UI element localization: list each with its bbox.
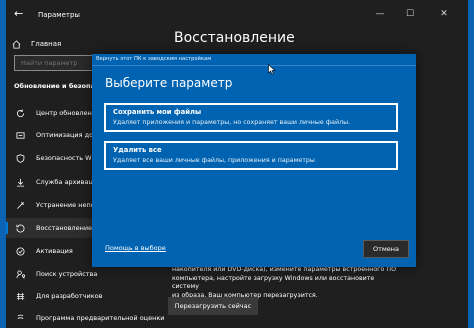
sidebar-item-label: Активация [36,247,73,255]
recovery-icon [16,224,25,233]
description-line: накопителя или DVD-диска), измените пара… [172,266,397,273]
shield-icon [16,153,25,163]
delivery-icon [16,131,25,139]
reset-pc-dialog: Вернуть этот ПК к заводским настройкам В… [92,54,416,267]
option-title: Сохранить мои файлы [113,108,202,116]
keep-my-files-option[interactable]: Сохранить мои файлы Удаляет приложения и… [104,103,398,132]
sidebar-item-label: Поиск устройства [36,270,98,278]
option-description: Удаляет все ваши личные файлы, приложени… [113,157,315,164]
sidebar-home-label: Главная [31,40,62,48]
sidebar-item-for-developers[interactable]: Для разработчиков [6,286,166,306]
advanced-startup-description: накопителя или DVD-диска), измените пара… [172,266,402,300]
window-title: Параметры [38,11,80,19]
minimize-button[interactable]: — [372,6,388,22]
option-description: Удаляет приложения и параметры, но сохра… [113,119,351,126]
insider-icon [17,314,24,319]
maximize-button[interactable]: ☐ [402,6,418,22]
cancel-button[interactable]: Отмена [363,240,409,258]
option-title: Удалить все [113,146,162,154]
back-arrow-icon[interactable]: ← [14,8,23,20]
sidebar-item-label: Программа предварительной оценки Windows [36,314,166,322]
home-icon [12,39,21,49]
backup-icon [16,178,25,187]
sidebar-item-label: Для разработчиков [36,292,103,300]
sidebar-item-find-device[interactable]: Поиск устройства [6,264,166,284]
dialog-heading: Выберите параметр [105,76,233,90]
sidebar-item-insider-program[interactable]: Программа предварительной оценки Windows [6,308,166,328]
page-title: Восстановление [174,30,295,46]
window-titlebar: ← Параметры — ☐ ✕ [6,0,468,30]
sidebar-item-label: Центр обновления [36,109,100,117]
description-line: компьютера, настройте загрузку Windows и… [172,274,375,291]
sidebar-item-label: Восстановление [36,224,93,232]
section-header: Обновление и безопас [14,82,99,90]
dialog-title: Вернуть этот ПК к заводским настройкам [96,56,212,62]
help-me-choose-link[interactable]: Помощь в выборе [105,244,166,252]
restart-now-button[interactable]: Перезагрузить сейчас [168,297,258,315]
refresh-icon [16,108,25,117]
code-icon [16,292,25,300]
dialog-titlebar: Вернуть этот ПК к заводским настройкам [92,54,416,66]
remove-everything-option[interactable]: Удалить все Удаляет все ваши личные файл… [104,141,398,170]
close-button[interactable]: ✕ [436,6,452,22]
sidebar-home[interactable]: Главная [12,37,61,51]
person-search-icon [16,269,25,279]
mouse-cursor-icon [268,64,276,75]
check-circle-icon [16,246,25,256]
wrench-icon [17,201,25,209]
